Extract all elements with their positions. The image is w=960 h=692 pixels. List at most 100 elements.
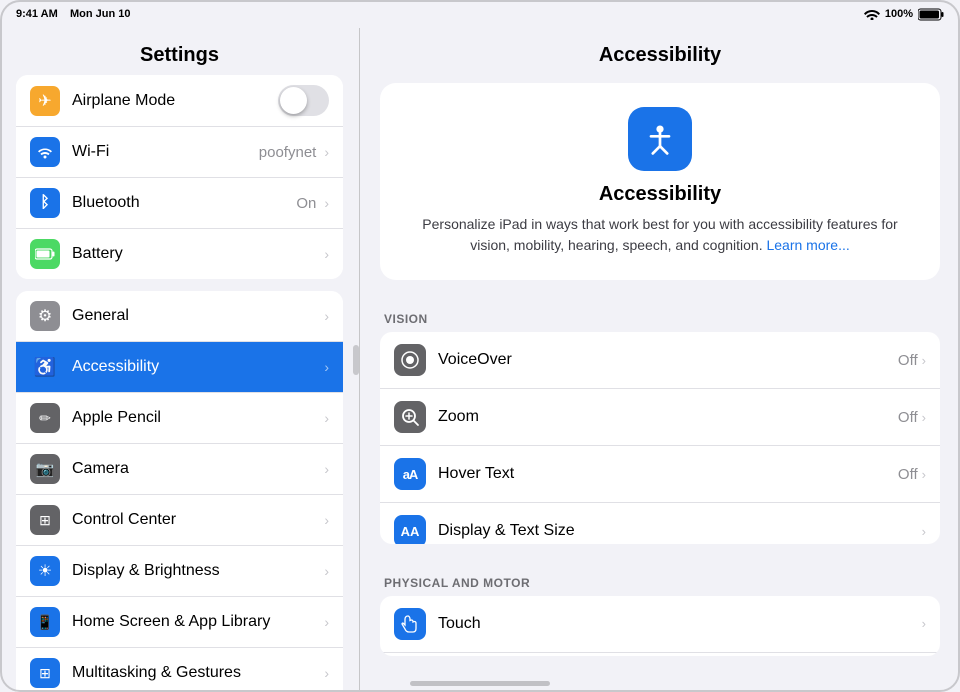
zoom-label: Zoom	[438, 408, 898, 426]
multitasking-label: Multitasking & Gestures	[72, 664, 320, 682]
battery-icon	[918, 8, 944, 21]
sidebar-item-display[interactable]: ☀ Display & Brightness ›	[16, 546, 343, 597]
wifi-chevron: ›	[324, 144, 329, 160]
sidebar-item-battery[interactable]: Battery ›	[16, 229, 343, 279]
sidebar-item-accessibility[interactable]: ♿ Accessibility ›	[16, 342, 343, 393]
multitasking-chevron: ›	[324, 665, 329, 681]
touch-label: Touch	[438, 615, 922, 633]
hover-text-chevron: ›	[922, 467, 926, 482]
sidebar-item-general[interactable]: ⚙ General ›	[16, 291, 343, 342]
hero-title: Accessibility	[412, 183, 908, 206]
home-screen-icon: 📱	[30, 607, 60, 637]
sidebar-scroll: ✈ Airplane Mode Wi-Fi poofynet	[0, 75, 359, 692]
battery-chevron: ›	[324, 246, 329, 262]
voiceover-icon	[394, 344, 426, 376]
accessibility-hero-icon	[628, 107, 692, 171]
sidebar: Settings ✈ Airplane Mode	[0, 28, 360, 692]
vision-settings-list: VoiceOver Off › Zoom Off ›	[380, 332, 940, 544]
right-panel: Accessibility Accessibility Personalize …	[360, 28, 960, 692]
list-item-switch-control[interactable]: Switch Control Off ›	[380, 653, 940, 656]
hover-text-label: Hover Text	[438, 465, 898, 483]
display-text-size-label: Display & Text Size	[438, 522, 922, 540]
sidebar-title: Settings	[0, 28, 359, 75]
sidebar-item-wifi[interactable]: Wi-Fi poofynet ›	[16, 127, 343, 178]
main-container: Settings ✈ Airplane Mode	[0, 28, 960, 692]
display-label: Display & Brightness	[72, 562, 320, 580]
general-icon: ⚙	[30, 301, 60, 331]
bluetooth-value: On	[296, 195, 316, 212]
sidebar-item-airplane-mode[interactable]: ✈ Airplane Mode	[16, 75, 343, 127]
home-indicator	[410, 681, 550, 686]
sidebar-item-bluetooth[interactable]: ᛒ Bluetooth On ›	[16, 178, 343, 229]
settings-group-connectivity: ✈ Airplane Mode Wi-Fi poofynet	[16, 75, 343, 279]
battery-settings-icon	[30, 239, 60, 269]
sidebar-item-multitasking[interactable]: ⊞ Multitasking & Gestures ›	[16, 648, 343, 692]
sidebar-item-camera[interactable]: 📷 Camera ›	[16, 444, 343, 495]
camera-chevron: ›	[324, 461, 329, 477]
bluetooth-chevron: ›	[324, 195, 329, 211]
airplane-toggle[interactable]	[278, 85, 329, 116]
home-screen-label: Home Screen & App Library	[72, 613, 320, 631]
airplane-label: Airplane Mode	[72, 92, 278, 110]
wifi-label: Wi-Fi	[72, 143, 259, 161]
time-text: 9:41 AM	[16, 8, 58, 20]
multitasking-icon: ⊞	[30, 658, 60, 688]
status-bar: 9:41 AM Mon Jun 10 100%	[0, 0, 960, 28]
learn-more-link[interactable]: Learn more...	[766, 237, 849, 253]
list-item-hover-text[interactable]: aA Hover Text Off ›	[380, 446, 940, 503]
hover-text-icon: aA	[394, 458, 426, 490]
apple-pencil-label: Apple Pencil	[72, 409, 320, 427]
wifi-icon	[864, 8, 880, 20]
control-center-chevron: ›	[324, 512, 329, 528]
battery-text: 100%	[885, 8, 913, 20]
camera-icon: 📷	[30, 454, 60, 484]
zoom-chevron: ›	[922, 410, 926, 425]
airplane-icon: ✈	[30, 86, 60, 116]
display-text-size-icon: AA	[394, 515, 426, 544]
physical-motor-section-header: PHYSICAL AND MOTOR	[380, 568, 940, 596]
physical-motor-settings-list: Touch › Switch Control Off ›	[380, 596, 940, 656]
control-center-icon: ⊞	[30, 505, 60, 535]
accessibility-label: Accessibility	[72, 358, 320, 376]
sidebar-item-control-center[interactable]: ⊞ Control Center ›	[16, 495, 343, 546]
accessibility-sidebar-icon: ♿	[30, 352, 60, 382]
zoom-icon	[394, 401, 426, 433]
voiceover-chevron: ›	[922, 353, 926, 368]
wifi-value: poofynet	[259, 144, 317, 161]
date-text: Mon Jun 10	[70, 8, 131, 20]
list-item-touch[interactable]: Touch ›	[380, 596, 940, 653]
wifi-settings-icon	[30, 137, 60, 167]
hero-description: Personalize iPad in ways that work best …	[412, 214, 908, 256]
settings-group-device: ⚙ General › ♿ Accessibility › ✏ Apple Pe…	[16, 291, 343, 692]
battery-label: Battery	[72, 245, 320, 263]
accessibility-chevron: ›	[324, 359, 329, 375]
right-panel-title: Accessibility	[380, 44, 940, 67]
sidebar-item-home-screen[interactable]: 📱 Home Screen & App Library ›	[16, 597, 343, 648]
apple-pencil-icon: ✏	[30, 403, 60, 433]
zoom-value: Off	[898, 409, 918, 426]
control-center-label: Control Center	[72, 511, 320, 529]
camera-label: Camera	[72, 460, 320, 478]
list-item-zoom[interactable]: Zoom Off ›	[380, 389, 940, 446]
sidebar-edge-indicator	[353, 345, 359, 375]
voiceover-label: VoiceOver	[438, 351, 898, 369]
display-text-size-chevron: ›	[922, 524, 926, 539]
general-chevron: ›	[324, 308, 329, 324]
accessibility-hero-card: Accessibility Personalize iPad in ways t…	[380, 83, 940, 280]
list-item-voiceover[interactable]: VoiceOver Off ›	[380, 332, 940, 389]
display-icon: ☀	[30, 556, 60, 586]
status-time: 9:41 AM Mon Jun 10	[16, 8, 131, 20]
vision-section-header: VISION	[380, 304, 940, 332]
sidebar-item-apple-pencil[interactable]: ✏ Apple Pencil ›	[16, 393, 343, 444]
voiceover-value: Off	[898, 352, 918, 369]
display-chevron: ›	[324, 563, 329, 579]
home-screen-chevron: ›	[324, 614, 329, 630]
general-label: General	[72, 307, 320, 325]
bluetooth-label: Bluetooth	[72, 194, 296, 212]
list-item-display-text-size[interactable]: AA Display & Text Size ›	[380, 503, 940, 544]
touch-chevron: ›	[922, 616, 926, 631]
bluetooth-icon: ᛒ	[30, 188, 60, 218]
touch-icon	[394, 608, 426, 640]
status-right: 100%	[864, 8, 944, 21]
hover-text-value: Off	[898, 466, 918, 483]
